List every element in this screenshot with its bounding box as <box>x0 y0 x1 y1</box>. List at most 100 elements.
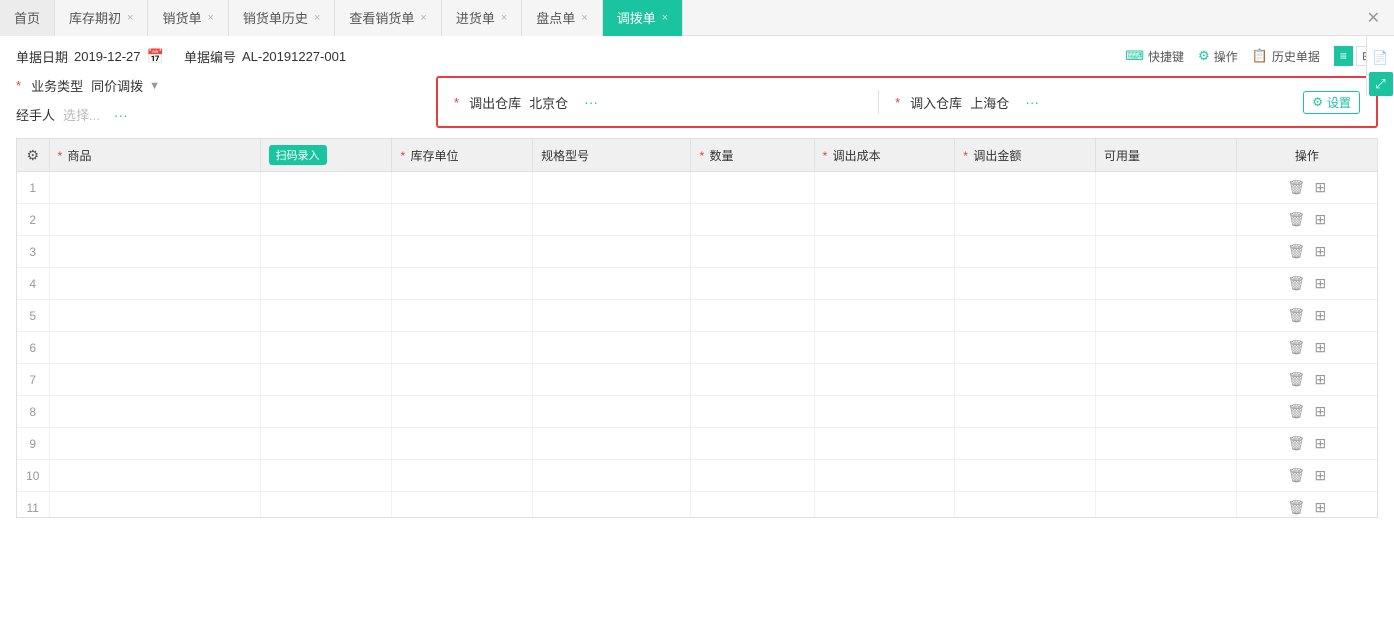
delete-icon[interactable]: 🗑 <box>1287 371 1305 387</box>
row-amount[interactable] <box>955 268 1096 300</box>
row-qty[interactable] <box>691 460 814 492</box>
date-value[interactable]: 2019-12-27 <box>74 49 141 64</box>
business-type-select[interactable]: 同价调拨 ▼ <box>91 76 251 95</box>
copy-icon[interactable]: ⊞ <box>1315 371 1327 387</box>
row-product[interactable] <box>49 332 260 364</box>
tab-purchase-order-close[interactable]: × <box>501 12 507 24</box>
table-container[interactable]: ⚙ * 商品 扫码录入 * 库存单位 规格型号 <box>16 138 1378 518</box>
copy-icon[interactable]: ⊞ <box>1315 467 1327 483</box>
delete-icon[interactable]: 🗑 <box>1287 275 1305 291</box>
row-product[interactable] <box>49 460 260 492</box>
row-spec[interactable] <box>533 460 691 492</box>
row-unit[interactable] <box>392 204 533 236</box>
row-amount[interactable] <box>955 300 1096 332</box>
row-qty[interactable] <box>691 396 814 428</box>
operation-action[interactable]: ⚙ 操作 <box>1198 48 1238 65</box>
row-spec[interactable] <box>533 236 691 268</box>
delete-icon[interactable]: 🗑 <box>1287 243 1305 259</box>
row-cost[interactable] <box>814 492 955 519</box>
row-unit[interactable] <box>392 172 533 204</box>
row-amount[interactable] <box>955 236 1096 268</box>
calendar-icon[interactable]: 📅 <box>147 48 164 65</box>
shortcut-action[interactable]: ⌨ 快捷键 <box>1125 48 1184 65</box>
copy-icon[interactable]: ⊞ <box>1315 499 1327 515</box>
tab-view-sales[interactable]: 查看销货单 × <box>335 0 441 36</box>
row-qty[interactable] <box>691 300 814 332</box>
row-product[interactable] <box>49 172 260 204</box>
row-cost[interactable] <box>814 300 955 332</box>
row-qty[interactable] <box>691 268 814 300</box>
row-amount[interactable] <box>955 332 1096 364</box>
delete-icon[interactable]: 🗑 <box>1287 467 1305 483</box>
row-product[interactable] <box>49 204 260 236</box>
person-dots-button[interactable]: ··· <box>114 107 128 123</box>
row-amount[interactable] <box>955 492 1096 519</box>
row-cost[interactable] <box>814 460 955 492</box>
row-amount[interactable] <box>955 396 1096 428</box>
scan-button[interactable]: 扫码录入 <box>269 145 327 165</box>
tab-view-sales-close[interactable]: × <box>420 12 426 24</box>
row-spec[interactable] <box>533 204 691 236</box>
row-qty[interactable] <box>691 364 814 396</box>
row-unit[interactable] <box>392 268 533 300</box>
person-select[interactable]: 选择... <box>63 105 100 124</box>
row-spec[interactable] <box>533 172 691 204</box>
row-amount[interactable] <box>955 172 1096 204</box>
copy-icon[interactable]: ⊞ <box>1315 339 1327 355</box>
row-unit[interactable] <box>392 492 533 519</box>
copy-icon[interactable]: ⊞ <box>1315 243 1327 259</box>
copy-icon[interactable]: ⊞ <box>1315 179 1327 195</box>
row-spec[interactable] <box>533 364 691 396</box>
delete-icon[interactable]: 🗑 <box>1287 435 1305 451</box>
delete-icon[interactable]: 🗑 <box>1287 403 1305 419</box>
delete-icon[interactable]: 🗑 <box>1287 307 1305 323</box>
tab-purchase-order[interactable]: 进货单 × <box>442 0 522 36</box>
th-settings[interactable]: ⚙ <box>17 139 49 172</box>
tab-transfer[interactable]: 调拨单 × <box>603 0 683 36</box>
row-amount[interactable] <box>955 460 1096 492</box>
row-cost[interactable] <box>814 332 955 364</box>
warehouse-out-dots-button[interactable]: ··· <box>584 94 598 110</box>
row-product[interactable] <box>49 268 260 300</box>
settings-button[interactable]: ⚙ 设置 <box>1303 91 1360 114</box>
row-product[interactable] <box>49 492 260 519</box>
row-product[interactable] <box>49 428 260 460</box>
delete-icon[interactable]: 🗑 <box>1287 179 1305 195</box>
row-unit[interactable] <box>392 236 533 268</box>
row-product[interactable] <box>49 236 260 268</box>
warehouse-out-value[interactable]: 北京仓 <box>529 93 568 112</box>
panel-doc-icon[interactable]: 📄 <box>1369 46 1393 70</box>
tab-home[interactable]: 首页 <box>0 0 55 36</box>
delete-icon[interactable]: 🗑 <box>1287 499 1305 515</box>
tab-sales-history[interactable]: 销货单历史 × <box>229 0 335 36</box>
tab-stocktake[interactable]: 盘点单 × <box>522 0 602 36</box>
warehouse-in-dots-button[interactable]: ··· <box>1025 94 1039 110</box>
row-amount[interactable] <box>955 428 1096 460</box>
row-cost[interactable] <box>814 364 955 396</box>
row-unit[interactable] <box>392 300 533 332</box>
row-cost[interactable] <box>814 204 955 236</box>
row-cost[interactable] <box>814 268 955 300</box>
row-product[interactable] <box>49 396 260 428</box>
view-list-btn[interactable]: ≡ <box>1334 46 1353 66</box>
row-spec[interactable] <box>533 332 691 364</box>
row-product[interactable] <box>49 364 260 396</box>
row-spec[interactable] <box>533 396 691 428</box>
row-qty[interactable] <box>691 204 814 236</box>
tab-sales-order[interactable]: 销货单 × <box>148 0 228 36</box>
tab-sales-order-close[interactable]: × <box>207 12 213 24</box>
row-spec[interactable] <box>533 268 691 300</box>
row-amount[interactable] <box>955 364 1096 396</box>
history-action[interactable]: 📋 历史单据 <box>1252 48 1320 65</box>
row-spec[interactable] <box>533 428 691 460</box>
tab-bar-close-button[interactable]: ✕ <box>1353 0 1394 36</box>
row-spec[interactable] <box>533 492 691 519</box>
row-cost[interactable] <box>814 428 955 460</box>
copy-icon[interactable]: ⊞ <box>1315 307 1327 323</box>
row-unit[interactable] <box>392 460 533 492</box>
row-qty[interactable] <box>691 332 814 364</box>
row-unit[interactable] <box>392 428 533 460</box>
panel-expand-icon[interactable]: ⤢ <box>1369 72 1393 96</box>
tab-inventory-init-close[interactable]: × <box>127 12 133 24</box>
copy-icon[interactable]: ⊞ <box>1315 211 1327 227</box>
